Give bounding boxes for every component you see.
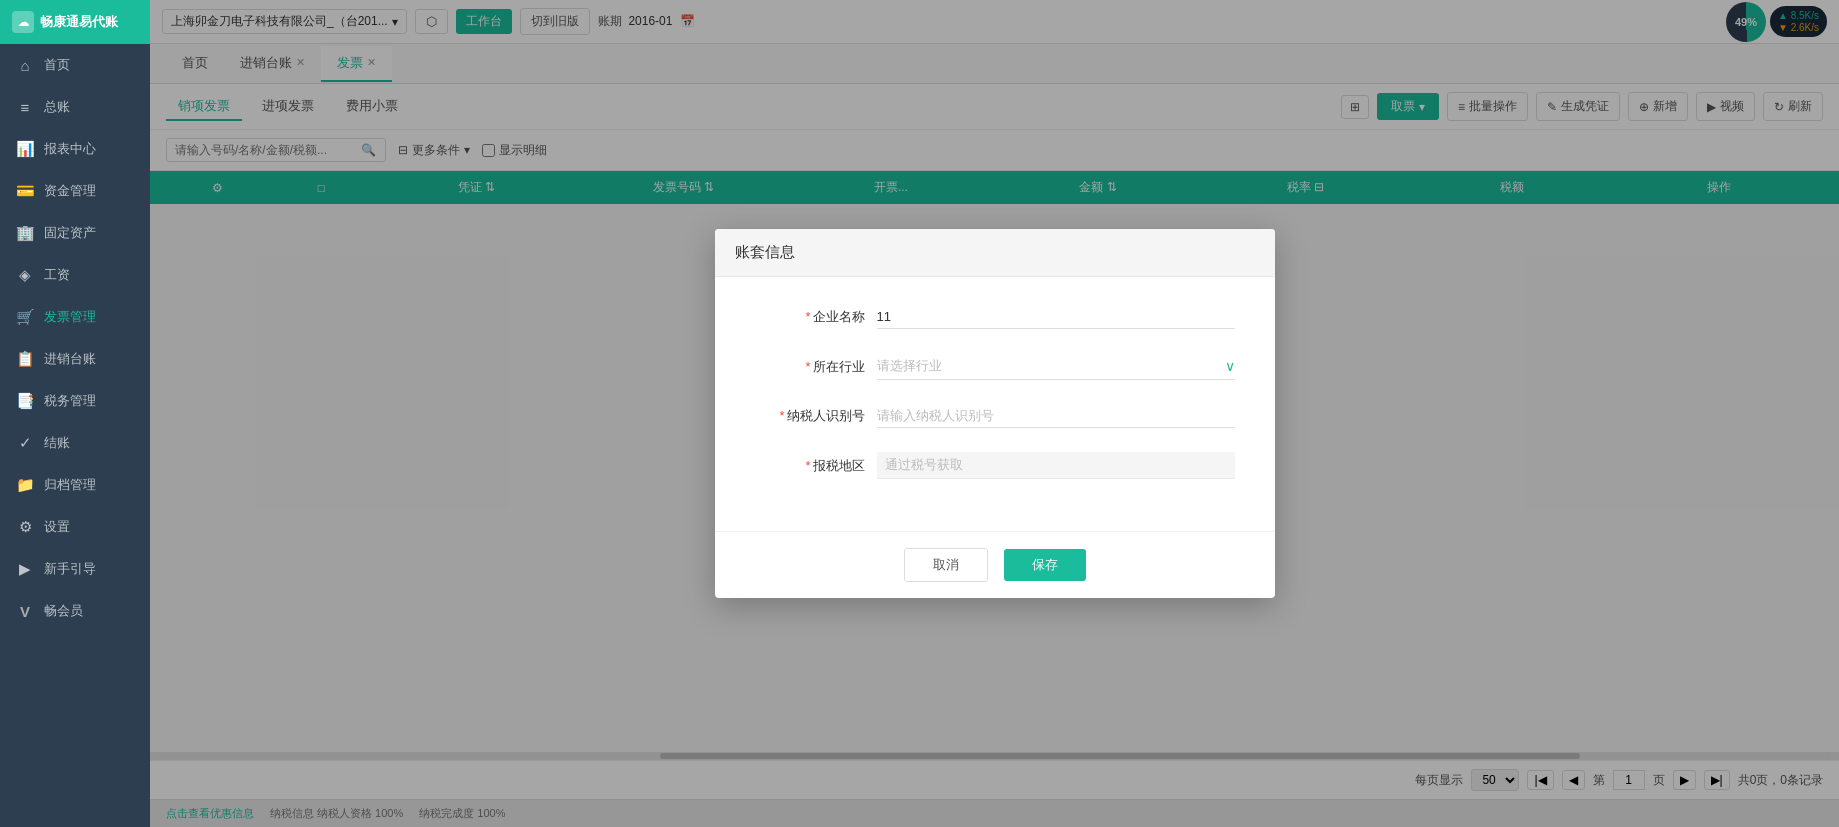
tax-id-input[interactable] [877,404,1235,428]
modal-title: 账套信息 [715,229,1275,277]
home-icon: ⌂ [16,57,34,74]
sidebar-item-member[interactable]: V 畅会员 [0,590,150,632]
app-logo: ☁ 畅康通易代账 [0,0,150,44]
sidebar-item-asset[interactable]: 🏢 固定资产 [0,212,150,254]
account-info-modal: 账套信息 *企业名称 *所在行业 请选择行业 ∨ [715,229,1275,598]
sidebar: ☁ 畅康通易代账 ⌂ 首页 ≡ 总账 📊 报表中心 💳 资金管理 🏢 固定资产 … [0,0,150,827]
sidebar-item-salary[interactable]: ◈ 工资 [0,254,150,296]
company-label: *企业名称 [755,308,865,326]
sidebar-item-sales[interactable]: 📋 进销台账 [0,338,150,380]
cancel-button[interactable]: 取消 [904,548,988,582]
save-button[interactable]: 保存 [1004,549,1086,581]
sidebar-item-invoice[interactable]: 🛒 发票管理 [0,296,150,338]
sidebar-item-settle[interactable]: ✓ 结账 [0,422,150,464]
sidebar-item-report[interactable]: 📊 报表中心 [0,128,150,170]
sidebar-item-label: 工资 [44,266,70,284]
form-row-tax-id: *纳税人识别号 [755,404,1235,428]
tax-id-label: *纳税人识别号 [755,407,865,425]
tax-region-label: *报税地区 [755,457,865,475]
logo-icon: ☁ [12,11,34,33]
sidebar-item-label: 归档管理 [44,476,96,494]
sidebar-item-tax[interactable]: 📑 税务管理 [0,380,150,422]
main-content: 上海卯金刀电子科技有限公司_（台201... ▾ ⬡ 工作台 切到旧版 账期 2… [150,0,1839,827]
sidebar-item-archive[interactable]: 📁 归档管理 [0,464,150,506]
invoice-icon: 🛒 [16,308,34,326]
sidebar-item-label: 税务管理 [44,392,96,410]
sidebar-item-label: 首页 [44,56,70,74]
sidebar-item-label: 进销台账 [44,350,96,368]
sidebar-item-settings[interactable]: ⚙ 设置 [0,506,150,548]
form-row-tax-region: *报税地区 通过税号获取 [755,452,1235,479]
sidebar-item-label: 畅会员 [44,602,83,620]
sidebar-item-label: 发票管理 [44,308,96,326]
industry-select[interactable]: 请选择行业 ∨ [877,353,1235,380]
sidebar-item-home[interactable]: ⌂ 首页 [0,44,150,86]
sidebar-item-fund[interactable]: 💳 资金管理 [0,170,150,212]
app-name: 畅康通易代账 [40,13,118,31]
industry-placeholder: 请选择行业 [877,357,1225,375]
sidebar-item-label: 结账 [44,434,70,452]
tax-region-display: 通过税号获取 [877,452,1235,479]
settings-icon: ⚙ [16,518,34,536]
guide-icon: ▶ [16,560,34,578]
sidebar-item-label: 设置 [44,518,70,536]
sidebar-item-ledger[interactable]: ≡ 总账 [0,86,150,128]
member-icon: V [16,603,34,620]
report-icon: 📊 [16,140,34,158]
asset-icon: 🏢 [16,224,34,242]
sales-icon: 📋 [16,350,34,368]
company-name-input[interactable] [877,305,1235,329]
form-row-company: *企业名称 [755,305,1235,329]
tax-icon: 📑 [16,392,34,410]
sidebar-item-label: 报表中心 [44,140,96,158]
industry-label: *所在行业 [755,358,865,376]
sidebar-item-label: 资金管理 [44,182,96,200]
form-row-industry: *所在行业 请选择行业 ∨ [755,353,1235,380]
salary-icon: ◈ [16,266,34,284]
sidebar-item-label: 总账 [44,98,70,116]
archive-icon: 📁 [16,476,34,494]
settle-icon: ✓ [16,434,34,452]
ledger-icon: ≡ [16,99,34,116]
sidebar-item-guide[interactable]: ▶ 新手引导 [0,548,150,590]
sidebar-item-label: 新手引导 [44,560,96,578]
modal-body: *企业名称 *所在行业 请选择行业 ∨ [715,277,1275,531]
fund-icon: 💳 [16,182,34,200]
industry-dropdown-icon: ∨ [1225,358,1235,374]
modal-footer: 取消 保存 [715,531,1275,598]
modal-overlay: 账套信息 *企业名称 *所在行业 请选择行业 ∨ [150,0,1839,827]
sidebar-item-label: 固定资产 [44,224,96,242]
